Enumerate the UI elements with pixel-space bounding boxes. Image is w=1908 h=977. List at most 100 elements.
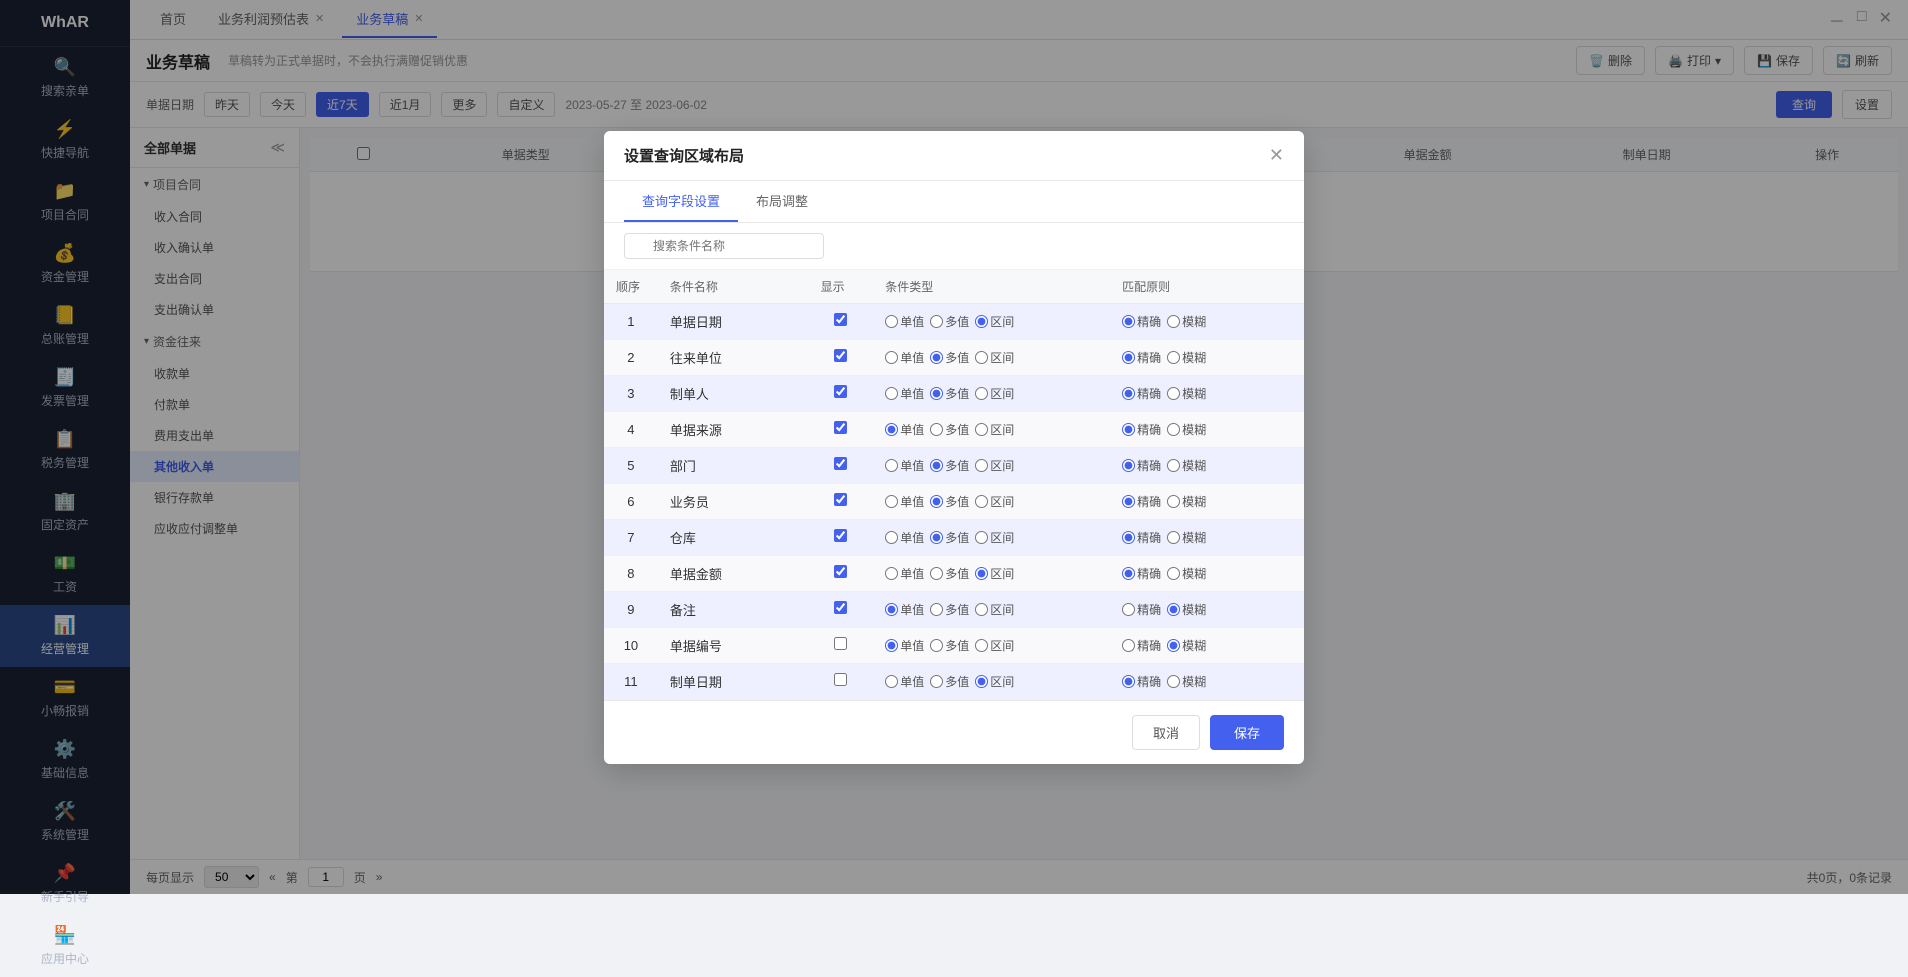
type-radio-multi-9[interactable]: [930, 639, 943, 652]
type-radio-range-5[interactable]: [975, 495, 988, 508]
type-radio-single-7[interactable]: [885, 567, 898, 580]
match-precise-label-7[interactable]: 精确: [1122, 565, 1161, 582]
type-range-label-10[interactable]: 区间: [975, 673, 1014, 690]
type-radio-single-2[interactable]: [885, 387, 898, 400]
type-single-label-2[interactable]: 单值: [885, 385, 924, 402]
type-radio-single-3[interactable]: [885, 423, 898, 436]
type-single-label-4[interactable]: 单值: [885, 457, 924, 474]
match-radio-precise-1[interactable]: [1122, 351, 1135, 364]
type-single-label-5[interactable]: 单值: [885, 493, 924, 510]
match-fuzzy-label-1[interactable]: 模糊: [1167, 349, 1206, 366]
modal-save-button[interactable]: 保存: [1210, 715, 1284, 750]
type-range-label-2[interactable]: 区间: [975, 385, 1014, 402]
type-multi-label-6[interactable]: 多值: [930, 529, 969, 546]
type-radio-single-4[interactable]: [885, 459, 898, 472]
type-radio-single-6[interactable]: [885, 531, 898, 544]
match-fuzzy-label-4[interactable]: 模糊: [1167, 457, 1206, 474]
type-multi-label-8[interactable]: 多值: [930, 601, 969, 618]
match-radio-fuzzy-1[interactable]: [1167, 351, 1180, 364]
type-radio-range-6[interactable]: [975, 531, 988, 544]
type-radio-range-4[interactable]: [975, 459, 988, 472]
match-radio-fuzzy-2[interactable]: [1167, 387, 1180, 400]
type-multi-label-1[interactable]: 多值: [930, 349, 969, 366]
match-fuzzy-label-7[interactable]: 模糊: [1167, 565, 1206, 582]
type-range-label-1[interactable]: 区间: [975, 349, 1014, 366]
type-single-label-1[interactable]: 单值: [885, 349, 924, 366]
condition-search-input[interactable]: [624, 233, 824, 259]
match-radio-precise-7[interactable]: [1122, 567, 1135, 580]
type-range-label-4[interactable]: 区间: [975, 457, 1014, 474]
show-checkbox-4[interactable]: [834, 457, 847, 470]
type-multi-label-0[interactable]: 多值: [930, 313, 969, 330]
type-range-label-7[interactable]: 区间: [975, 565, 1014, 582]
type-radio-range-8[interactable]: [975, 603, 988, 616]
type-single-label-10[interactable]: 单值: [885, 673, 924, 690]
type-radio-multi-1[interactable]: [930, 351, 943, 364]
match-fuzzy-label-8[interactable]: 模糊: [1167, 601, 1206, 618]
match-precise-label-0[interactable]: 精确: [1122, 313, 1161, 330]
type-multi-label-5[interactable]: 多值: [930, 493, 969, 510]
type-single-label-6[interactable]: 单值: [885, 529, 924, 546]
match-radio-precise-4[interactable]: [1122, 459, 1135, 472]
type-radio-range-0[interactable]: [975, 315, 988, 328]
show-checkbox-0[interactable]: [834, 313, 847, 326]
show-checkbox-2[interactable]: [834, 385, 847, 398]
type-radio-single-10[interactable]: [885, 675, 898, 688]
match-radio-fuzzy-8[interactable]: [1167, 603, 1180, 616]
type-radio-range-2[interactable]: [975, 387, 988, 400]
match-radio-fuzzy-4[interactable]: [1167, 459, 1180, 472]
match-radio-precise-3[interactable]: [1122, 423, 1135, 436]
match-radio-fuzzy-10[interactable]: [1167, 675, 1180, 688]
type-radio-range-7[interactable]: [975, 567, 988, 580]
modal-close-icon[interactable]: ✕: [1269, 145, 1284, 166]
match-precise-label-4[interactable]: 精确: [1122, 457, 1161, 474]
type-radio-range-1[interactable]: [975, 351, 988, 364]
show-checkbox-1[interactable]: [834, 349, 847, 362]
match-fuzzy-label-10[interactable]: 模糊: [1167, 673, 1206, 690]
type-radio-single-9[interactable]: [885, 639, 898, 652]
show-checkbox-8[interactable]: [834, 601, 847, 614]
match-radio-fuzzy-3[interactable]: [1167, 423, 1180, 436]
match-fuzzy-label-0[interactable]: 模糊: [1167, 313, 1206, 330]
type-radio-multi-5[interactable]: [930, 495, 943, 508]
match-radio-precise-9[interactable]: [1122, 639, 1135, 652]
match-fuzzy-label-5[interactable]: 模糊: [1167, 493, 1206, 510]
type-radio-multi-2[interactable]: [930, 387, 943, 400]
type-radio-multi-10[interactable]: [930, 675, 943, 688]
cancel-button[interactable]: 取消: [1132, 715, 1200, 750]
match-radio-precise-0[interactable]: [1122, 315, 1135, 328]
match-fuzzy-label-3[interactable]: 模糊: [1167, 421, 1206, 438]
match-fuzzy-label-2[interactable]: 模糊: [1167, 385, 1206, 402]
type-single-label-0[interactable]: 单值: [885, 313, 924, 330]
show-checkbox-9[interactable]: [834, 637, 847, 650]
type-radio-single-8[interactable]: [885, 603, 898, 616]
show-checkbox-5[interactable]: [834, 493, 847, 506]
match-precise-label-2[interactable]: 精确: [1122, 385, 1161, 402]
type-range-label-9[interactable]: 区间: [975, 637, 1014, 654]
match-precise-label-5[interactable]: 精确: [1122, 493, 1161, 510]
type-radio-range-9[interactable]: [975, 639, 988, 652]
match-radio-fuzzy-0[interactable]: [1167, 315, 1180, 328]
type-radio-multi-7[interactable]: [930, 567, 943, 580]
show-checkbox-3[interactable]: [834, 421, 847, 434]
match-radio-precise-2[interactable]: [1122, 387, 1135, 400]
match-fuzzy-label-9[interactable]: 模糊: [1167, 637, 1206, 654]
type-radio-single-5[interactable]: [885, 495, 898, 508]
type-radio-multi-6[interactable]: [930, 531, 943, 544]
match-radio-precise-10[interactable]: [1122, 675, 1135, 688]
type-multi-label-10[interactable]: 多值: [930, 673, 969, 690]
match-radio-fuzzy-5[interactable]: [1167, 495, 1180, 508]
match-precise-label-9[interactable]: 精确: [1122, 637, 1161, 654]
type-radio-range-10[interactable]: [975, 675, 988, 688]
modal-tab-field[interactable]: 查询字段设置: [624, 181, 738, 222]
type-multi-label-7[interactable]: 多值: [930, 565, 969, 582]
type-multi-label-9[interactable]: 多值: [930, 637, 969, 654]
type-single-label-9[interactable]: 单值: [885, 637, 924, 654]
type-range-label-5[interactable]: 区间: [975, 493, 1014, 510]
type-single-label-3[interactable]: 单值: [885, 421, 924, 438]
type-multi-label-3[interactable]: 多值: [930, 421, 969, 438]
type-multi-label-2[interactable]: 多值: [930, 385, 969, 402]
match-radio-fuzzy-9[interactable]: [1167, 639, 1180, 652]
type-range-label-0[interactable]: 区间: [975, 313, 1014, 330]
match-radio-fuzzy-6[interactable]: [1167, 531, 1180, 544]
